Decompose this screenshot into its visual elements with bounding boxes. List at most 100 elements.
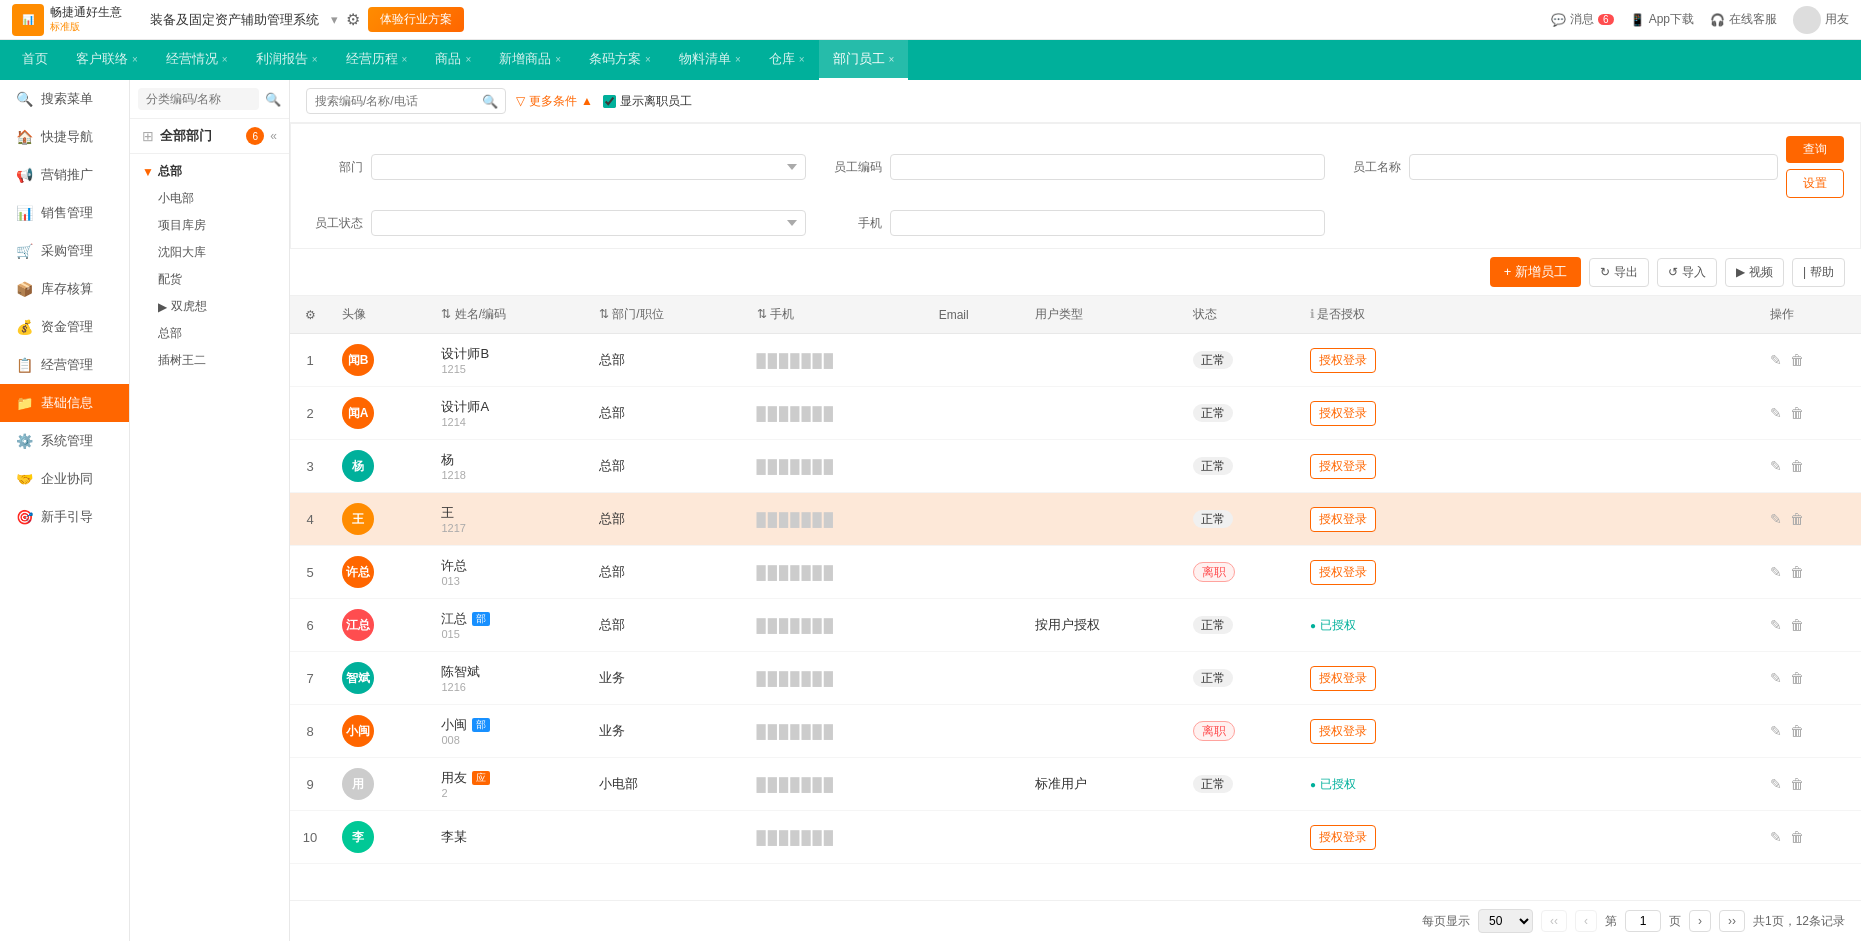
sidebar-item-purchase[interactable]: 🛒 采购管理 xyxy=(0,232,129,270)
tree-node-parent[interactable]: ▼ 总部 xyxy=(130,158,289,185)
close-icon[interactable]: × xyxy=(555,54,561,65)
edit-icon[interactable]: ✎ xyxy=(1770,458,1782,474)
close-icon[interactable]: × xyxy=(735,54,741,65)
delete-icon[interactable]: 🗑 xyxy=(1790,829,1804,845)
edit-icon[interactable]: ✎ xyxy=(1770,670,1782,686)
last-page-btn[interactable]: ›› xyxy=(1719,910,1745,932)
col-settings[interactable]: ⚙ xyxy=(290,296,330,334)
close-icon[interactable]: × xyxy=(132,54,138,65)
tree-node-chashuwang[interactable]: 插树王二 xyxy=(130,347,289,374)
view-btn[interactable]: ▶ 视频 xyxy=(1725,258,1784,287)
edit-icon[interactable]: ✎ xyxy=(1770,829,1782,845)
col-name[interactable]: ⇅ 姓名/编码 xyxy=(429,296,587,334)
nav-tab-goods[interactable]: 商品 × xyxy=(421,40,485,80)
delete-icon[interactable]: 🗑 xyxy=(1790,405,1804,421)
tree-node-xiaodian[interactable]: 小电部 xyxy=(130,185,289,212)
close-icon[interactable]: × xyxy=(402,54,408,65)
close-icon[interactable]: × xyxy=(222,54,228,65)
auth-btn[interactable]: 授权登录 xyxy=(1310,825,1376,850)
add-employee-btn[interactable]: + 新增员工 xyxy=(1490,257,1581,287)
settings-icon[interactable]: ⚙ xyxy=(346,10,360,29)
per-page-select[interactable]: 50 20 100 xyxy=(1478,909,1533,933)
phone-input[interactable] xyxy=(890,210,1325,236)
more-conditions-btn[interactable]: ▽ 更多条件 ▲ xyxy=(516,93,593,110)
delete-icon[interactable]: 🗑 xyxy=(1790,776,1804,792)
close-icon-active[interactable]: × xyxy=(889,54,895,65)
nav-tab-home[interactable]: 首页 xyxy=(8,40,62,80)
tree-node-shuanghu[interactable]: ▶ 双虎想 xyxy=(130,293,289,320)
auth-btn[interactable]: 授权登录 xyxy=(1310,719,1376,744)
experience-btn[interactable]: 体验行业方案 xyxy=(368,7,464,32)
search-input[interactable] xyxy=(306,88,506,114)
edit-icon[interactable]: ✎ xyxy=(1770,776,1782,792)
help-btn[interactable]: | 帮助 xyxy=(1792,258,1845,287)
sidebar-item-collab[interactable]: 🤝 企业协同 xyxy=(0,460,129,498)
tree-node-project[interactable]: 项目库房 xyxy=(130,212,289,239)
auth-btn[interactable]: 授权登录 xyxy=(1310,666,1376,691)
query-btn[interactable]: 查询 xyxy=(1786,136,1844,163)
sidebar-item-inventory[interactable]: 📦 库存核算 xyxy=(0,270,129,308)
tree-node-shenyang[interactable]: 沈阳大库 xyxy=(130,239,289,266)
close-icon[interactable]: × xyxy=(645,54,651,65)
import-btn[interactable]: ↺ 导入 xyxy=(1657,258,1717,287)
page-num-input[interactable] xyxy=(1625,910,1661,932)
delete-icon[interactable]: 🗑 xyxy=(1790,564,1804,580)
auth-btn[interactable]: 授权登录 xyxy=(1310,401,1376,426)
sidebar-item-search[interactable]: 🔍 搜索菜单 xyxy=(0,80,129,118)
prev-page-btn[interactable]: ‹ xyxy=(1575,910,1597,932)
tree-node-peihu[interactable]: 配货 xyxy=(130,266,289,293)
reset-btn[interactable]: 设置 xyxy=(1786,169,1844,198)
status-select[interactable] xyxy=(371,210,806,236)
tree-search-input[interactable] xyxy=(138,88,259,110)
delete-icon[interactable]: 🗑 xyxy=(1790,352,1804,368)
edit-icon[interactable]: ✎ xyxy=(1770,617,1782,633)
edit-icon[interactable]: ✎ xyxy=(1770,723,1782,739)
edit-icon[interactable]: ✎ xyxy=(1770,352,1782,368)
nav-tab-history[interactable]: 经营历程 × xyxy=(332,40,422,80)
online-service-btn[interactable]: 🎧 在线客服 xyxy=(1710,11,1777,28)
edit-icon[interactable]: ✎ xyxy=(1770,405,1782,421)
message-btn[interactable]: 💬 消息 6 xyxy=(1551,11,1614,28)
close-icon[interactable]: × xyxy=(312,54,318,65)
sidebar-item-marketing[interactable]: 📢 营销推广 xyxy=(0,156,129,194)
auth-btn[interactable]: 授权登录 xyxy=(1310,454,1376,479)
auth-btn[interactable]: 授权登录 xyxy=(1310,348,1376,373)
auth-btn[interactable]: 授权登录 xyxy=(1310,507,1376,532)
close-icon[interactable]: × xyxy=(799,54,805,65)
nav-tab-add-goods[interactable]: 新增商品 × xyxy=(485,40,575,80)
delete-icon[interactable]: 🗑 xyxy=(1790,617,1804,633)
sidebar-item-finance[interactable]: 💰 资金管理 xyxy=(0,308,129,346)
show-resigned-checkbox[interactable] xyxy=(603,95,616,108)
sidebar-item-mgmt[interactable]: 📋 经营管理 xyxy=(0,346,129,384)
delete-icon[interactable]: 🗑 xyxy=(1790,723,1804,739)
col-phone[interactable]: ⇅ 手机 xyxy=(745,296,927,334)
sidebar-item-guide[interactable]: 🎯 新手引导 xyxy=(0,498,129,536)
first-page-btn[interactable]: ‹‹ xyxy=(1541,910,1567,932)
delete-icon[interactable]: 🗑 xyxy=(1790,511,1804,527)
nav-tab-profit[interactable]: 利润报告 × xyxy=(242,40,332,80)
tree-collapse-btn[interactable]: « xyxy=(270,129,277,143)
sidebar-item-sales[interactable]: 📊 销售管理 xyxy=(0,194,129,232)
nav-tab-dept-staff[interactable]: 部门员工 × xyxy=(819,40,909,80)
user-area[interactable]: 用友 xyxy=(1793,6,1849,34)
nav-tab-barcode[interactable]: 条码方案 × xyxy=(575,40,665,80)
auth-btn[interactable]: 授权登录 xyxy=(1310,560,1376,585)
nav-tab-bom[interactable]: 物料清单 × xyxy=(665,40,755,80)
nav-tab-customer[interactable]: 客户联络 × xyxy=(62,40,152,80)
nav-tab-operation[interactable]: 经营情况 × xyxy=(152,40,242,80)
sys-dropdown-icon[interactable]: ▾ xyxy=(331,12,338,27)
next-page-btn[interactable]: › xyxy=(1689,910,1711,932)
app-download-btn[interactable]: 📱 App下载 xyxy=(1630,11,1694,28)
emp-name-input[interactable] xyxy=(1409,154,1778,180)
emp-code-input[interactable] xyxy=(890,154,1325,180)
sidebar-item-nav[interactable]: 🏠 快捷导航 xyxy=(0,118,129,156)
sidebar-item-basic[interactable]: 📁 基础信息 xyxy=(0,384,129,422)
edit-icon[interactable]: ✎ xyxy=(1770,511,1782,527)
dept-select[interactable] xyxy=(371,154,806,180)
col-dept[interactable]: ⇅ 部门/职位 xyxy=(587,296,745,334)
edit-icon[interactable]: ✎ xyxy=(1770,564,1782,580)
delete-icon[interactable]: 🗑 xyxy=(1790,670,1804,686)
sidebar-item-system[interactable]: ⚙️ 系统管理 xyxy=(0,422,129,460)
close-icon[interactable]: × xyxy=(465,54,471,65)
tree-node-zongbu[interactable]: 总部 xyxy=(130,320,289,347)
